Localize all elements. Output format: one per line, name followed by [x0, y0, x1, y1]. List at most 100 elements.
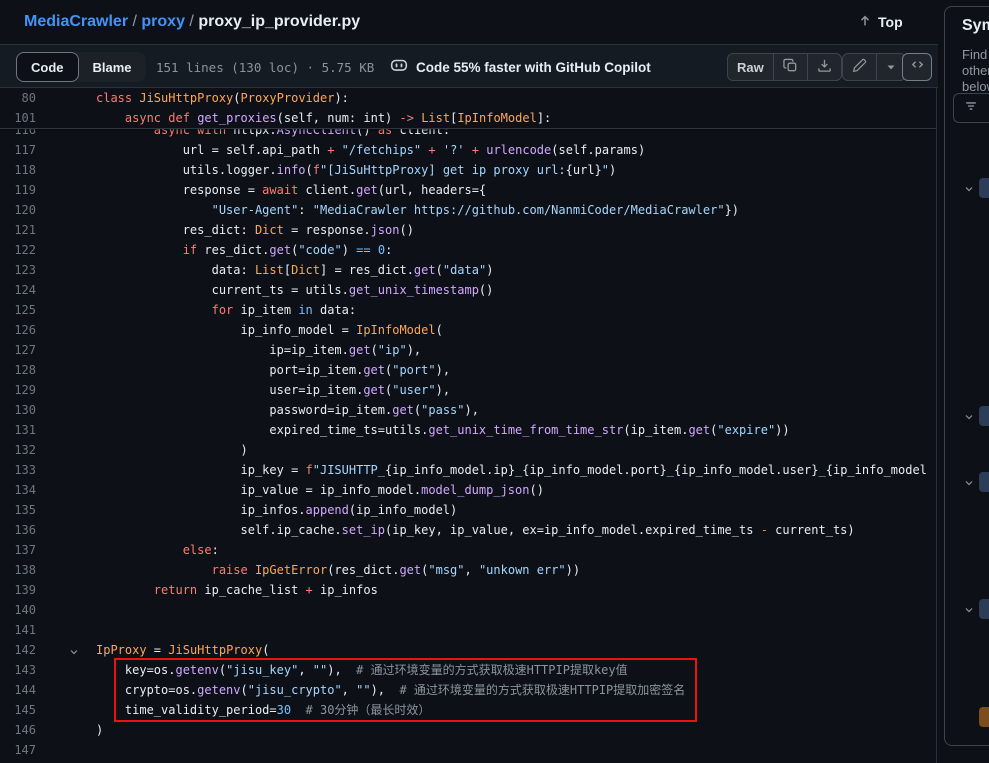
line-number[interactable]: 123 [0, 260, 62, 280]
sticky-context-lines: 80 class JiSuHttpProxy(ProxyProvider): 101… [0, 88, 936, 129]
chevron-down-icon[interactable] [963, 410, 975, 428]
line-number[interactable]: 121 [0, 220, 62, 240]
symbol-tree-row[interactable] [945, 599, 989, 621]
symbol-kind-badge[interactable] [979, 472, 989, 492]
raw-button[interactable]: Raw [728, 54, 773, 80]
symbols-desc-line: Find definitions and references for func… [962, 47, 989, 63]
line-number[interactable]: 135 [0, 500, 62, 520]
breadcrumb: MediaCrawler / proxy / proxy_ip_provider… [24, 0, 360, 44]
code-text: ip_infos.append(ip_info_model) [96, 500, 457, 520]
code-line: 117 url = self.api_path + "/fetchips" + … [0, 140, 936, 160]
line-number[interactable]: 143 [0, 660, 62, 680]
gutter [62, 500, 96, 520]
file-header: Code Blame 151 lines (130 loc) · 5.75 KB… [0, 44, 938, 88]
breadcrumb-bar: MediaCrawler / proxy / proxy_ip_provider… [0, 0, 938, 44]
code-blame-switcher: Code Blame [16, 52, 146, 82]
code-text: ) [96, 440, 248, 460]
code-text: crypto=os.getenv("jisu_crypto", ""), # 通… [96, 680, 685, 700]
line-number[interactable]: 133 [0, 460, 62, 480]
line-number[interactable]: 129 [0, 380, 62, 400]
gutter [62, 660, 96, 680]
gutter [62, 640, 96, 660]
code-line: 143 key=os.getenv("jisu_key", ""), # 通过环… [0, 660, 936, 680]
line-number[interactable]: 132 [0, 440, 62, 460]
line-number[interactable]: 120 [0, 200, 62, 220]
gutter [62, 88, 96, 108]
breadcrumb-repo-link[interactable]: MediaCrawler [24, 13, 128, 31]
gutter [62, 580, 96, 600]
line-number[interactable]: 127 [0, 340, 62, 360]
chevron-down-icon[interactable] [963, 603, 975, 621]
line-number[interactable]: 122 [0, 240, 62, 260]
symbol-kind-badge[interactable] [979, 707, 989, 727]
code-line: 129 user=ip_item.get("user"), [0, 380, 936, 400]
line-number[interactable]: 130 [0, 400, 62, 420]
gutter [62, 600, 96, 620]
line-number[interactable]: 139 [0, 580, 62, 600]
gutter [62, 220, 96, 240]
line-number[interactable]: 119 [0, 180, 62, 200]
code-text: class JiSuHttpProxy(ProxyProvider): [96, 88, 349, 108]
line-number[interactable]: 125 [0, 300, 62, 320]
code-text: url = self.api_path + "/fetchips" + '?' … [96, 140, 645, 160]
symbol-kind-badge[interactable] [979, 178, 989, 198]
line-number[interactable]: 145 [0, 700, 62, 720]
download-raw-button[interactable] [807, 54, 841, 80]
code-text: response = await client.get(url, headers… [96, 180, 486, 200]
line-number[interactable]: 147 [0, 740, 62, 760]
line-number[interactable]: 118 [0, 160, 62, 180]
symbol-kind-badge[interactable] [979, 406, 989, 426]
copilot-icon [390, 56, 408, 79]
line-number[interactable]: 138 [0, 560, 62, 580]
line-number[interactable]: 141 [0, 620, 62, 640]
line-number[interactable]: 134 [0, 480, 62, 500]
code-text: ip_key = f"JISUHTTP_{ip_info_model.ip}_{… [96, 460, 927, 480]
gutter [62, 740, 96, 760]
back-to-top-link[interactable]: Top [858, 0, 903, 44]
line-number[interactable]: 146 [0, 720, 62, 740]
line-number[interactable]: 142 [0, 640, 62, 660]
code-line: 138 raise IpGetError(res_dict.get("msg",… [0, 560, 936, 580]
breadcrumb-folder-link[interactable]: proxy [141, 13, 185, 31]
code-text: return ip_cache_list + ip_infos [96, 580, 378, 600]
edit-dropdown-button[interactable] [876, 54, 905, 80]
line-number[interactable]: 137 [0, 540, 62, 560]
code-text: res_dict: Dict = response.json() [96, 220, 414, 240]
symbol-tree-row[interactable] [945, 178, 989, 200]
edit-file-button[interactable] [843, 54, 876, 80]
symbols-filter-input[interactable] [953, 93, 989, 123]
line-number[interactable]: 126 [0, 320, 62, 340]
code-text: port=ip_item.get("port"), [96, 360, 450, 380]
code-lines: 116 async with httpx.AsyncClient() as cl… [0, 120, 936, 760]
code-line: 135 ip_infos.append(ip_info_model) [0, 500, 936, 520]
tab-code[interactable]: Code [16, 52, 79, 82]
symbol-kind-badge[interactable] [979, 599, 989, 619]
line-number[interactable]: 128 [0, 360, 62, 380]
code-text: data: List[Dict] = res_dict.get("data") [96, 260, 493, 280]
line-number[interactable]: 131 [0, 420, 62, 440]
gutter [62, 260, 96, 280]
line-number[interactable]: 140 [0, 600, 62, 620]
line-number[interactable]: 101 [0, 108, 62, 128]
symbol-tree-row[interactable] [945, 472, 989, 494]
code-text: key=os.getenv("jisu_key", ""), # 通过环境变量的… [96, 660, 628, 680]
symbol-tree-row[interactable] [945, 707, 989, 729]
line-number[interactable]: 80 [0, 88, 62, 108]
copy-raw-button[interactable] [773, 54, 807, 80]
code-line: 139 return ip_cache_list + ip_infos [0, 580, 936, 600]
symbols-panel-toggle-button[interactable] [902, 53, 932, 81]
code-text: if res_dict.get("code") == 0: [96, 240, 392, 260]
edit-button-group [842, 53, 906, 81]
symbol-tree-row[interactable] [945, 406, 989, 428]
line-number[interactable]: 117 [0, 140, 62, 160]
line-number[interactable]: 136 [0, 520, 62, 540]
code-text: current_ts = utils.get_unix_timestamp() [96, 280, 493, 300]
chevron-down-icon[interactable] [963, 182, 975, 200]
file-info: 151 lines (130 loc) · 5.75 KB [156, 45, 374, 89]
tab-blame[interactable]: Blame [79, 52, 146, 82]
line-number[interactable]: 124 [0, 280, 62, 300]
line-number[interactable]: 144 [0, 680, 62, 700]
code-line: 136 self.ip_cache.set_ip(ip_key, ip_valu… [0, 520, 936, 540]
code-line: 131 expired_time_ts=utils.get_unix_time_… [0, 420, 936, 440]
chevron-down-icon[interactable] [963, 476, 975, 494]
